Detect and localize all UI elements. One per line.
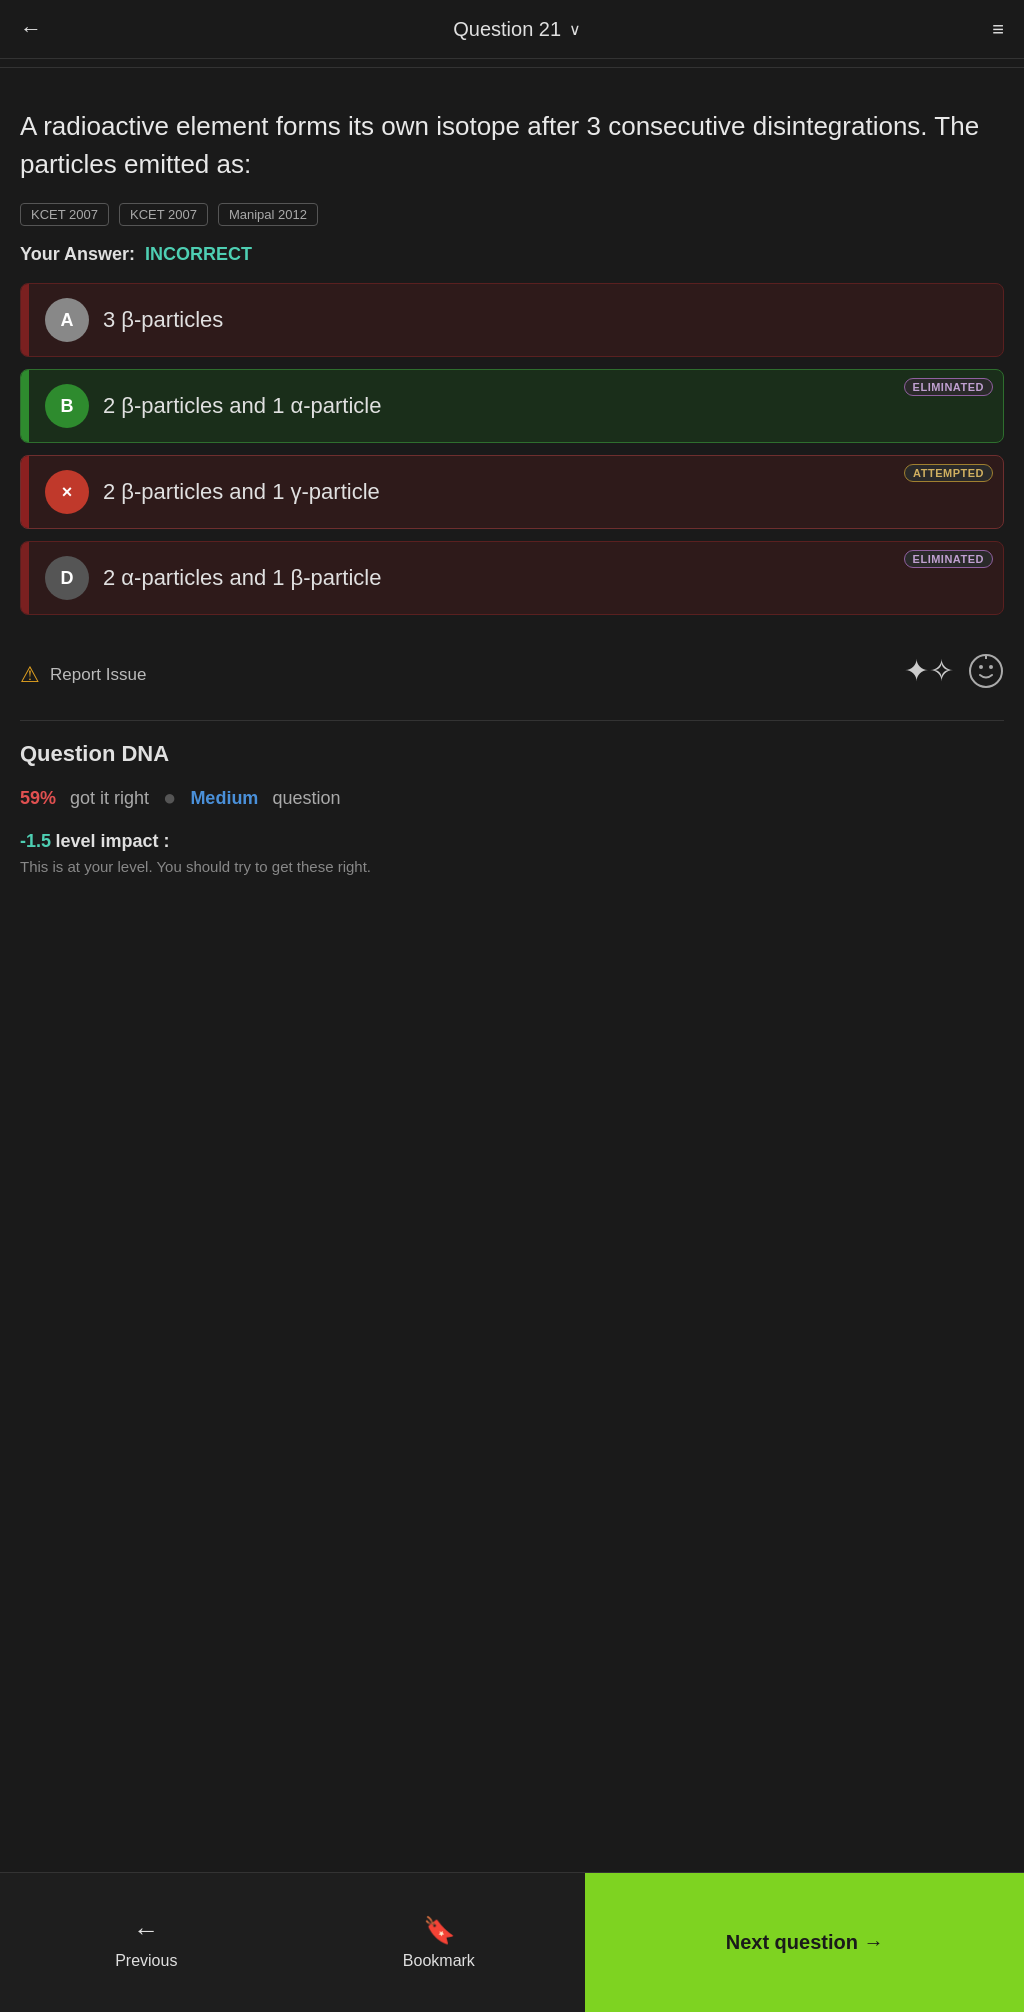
- option-b-label: B: [61, 396, 74, 417]
- option-d[interactable]: ELIMINATED D 2 α-particles and 1 β-parti…: [20, 541, 1004, 615]
- previous-icon: ←: [133, 1915, 159, 1946]
- warning-icon: ⚠: [20, 662, 40, 688]
- header: ← Question 21 ∨ ≡: [0, 0, 1024, 59]
- bookmark-label: Bookmark: [403, 1952, 475, 1970]
- option-b-badge: ELIMINATED: [904, 378, 993, 396]
- level-impact: -1.5 level impact : This is at your leve…: [20, 831, 1004, 875]
- main-content: A radioactive element forms its own isot…: [0, 88, 1024, 1055]
- option-c-text: 2 β-particles and 1 γ-particle: [103, 477, 380, 508]
- option-a-inner: A 3 β-particles: [29, 284, 1003, 356]
- dot-separator: ●: [163, 785, 176, 811]
- report-icons: ✦✧: [904, 653, 1004, 696]
- face-icon[interactable]: [968, 653, 1004, 696]
- your-answer-row: Your Answer: INCORRECT: [20, 244, 1004, 265]
- question-label: question: [272, 788, 340, 809]
- option-d-inner: D 2 α-particles and 1 β-particle: [29, 542, 1003, 614]
- dna-title: Question DNA: [20, 741, 1004, 767]
- svg-point-2: [989, 665, 993, 669]
- dna-section: Question DNA 59% got it right ● Medium q…: [20, 741, 1004, 905]
- header-title: Question 21 ∨: [453, 18, 581, 41]
- option-d-circle: D: [45, 556, 89, 600]
- option-a-text: 3 β-particles: [103, 305, 223, 336]
- previous-label: Previous: [115, 1952, 177, 1970]
- bottom-spacer: [20, 905, 1004, 1055]
- option-c-badge: ATTEMPTED: [904, 464, 993, 482]
- impact-label: level impact :: [55, 831, 169, 851]
- option-b-circle: B: [45, 384, 89, 428]
- option-b[interactable]: ELIMINATED B 2 β-particles and 1 α-parti…: [20, 369, 1004, 443]
- report-label: Report Issue: [50, 665, 146, 685]
- dna-stats: 59% got it right ● Medium question: [20, 785, 1004, 811]
- impact-desc: This is at your level. You should try to…: [20, 858, 1004, 875]
- chevron-down-icon[interactable]: ∨: [569, 20, 581, 39]
- difficulty-label: Medium: [190, 788, 258, 809]
- got-right-text: got it right: [70, 788, 149, 809]
- tags-container: KCET 2007 KCET 2007 Manipal 2012: [20, 203, 1004, 226]
- option-d-text: 2 α-particles and 1 β-particle: [103, 563, 382, 594]
- option-a[interactable]: A 3 β-particles: [20, 283, 1004, 357]
- answer-status: INCORRECT: [145, 244, 252, 265]
- back-button[interactable]: ←: [20, 16, 42, 42]
- tag-0: KCET 2007: [20, 203, 109, 226]
- bookmark-icon: 🔖: [423, 1915, 455, 1946]
- svg-point-1: [979, 665, 983, 669]
- correct-percent: 59%: [20, 788, 56, 809]
- section-divider: [20, 720, 1004, 721]
- report-left[interactable]: ⚠ Report Issue: [20, 662, 146, 688]
- bottom-nav: ← Previous 🔖 Bookmark Next question →: [0, 1872, 1024, 2012]
- your-answer-label: Your Answer:: [20, 244, 135, 265]
- tag-2: Manipal 2012: [218, 203, 318, 226]
- question-title: Question 21: [453, 18, 561, 41]
- option-c-label: ×: [62, 482, 73, 503]
- option-b-text: 2 β-particles and 1 α-particle: [103, 391, 382, 422]
- menu-icon[interactable]: ≡: [992, 18, 1004, 41]
- header-divider: [0, 67, 1024, 68]
- sparkle-icon[interactable]: ✦✧: [904, 653, 954, 696]
- option-c-circle: ×: [45, 470, 89, 514]
- tag-1: KCET 2007: [119, 203, 208, 226]
- option-a-label: A: [61, 310, 74, 331]
- question-text: A radioactive element forms its own isot…: [20, 108, 1004, 183]
- option-d-label: D: [61, 568, 74, 589]
- next-button-label: Next question →: [726, 1931, 884, 1954]
- option-c-inner: × 2 β-particles and 1 γ-particle: [29, 456, 1003, 528]
- svg-point-0: [970, 655, 1002, 687]
- option-c[interactable]: ATTEMPTED × 2 β-particles and 1 γ-partic…: [20, 455, 1004, 529]
- option-b-inner: B 2 β-particles and 1 α-particle: [29, 370, 1003, 442]
- bookmark-button[interactable]: 🔖 Bookmark: [293, 1873, 586, 2012]
- next-question-button[interactable]: Next question →: [585, 1873, 1024, 2012]
- option-a-circle: A: [45, 298, 89, 342]
- previous-button[interactable]: ← Previous: [0, 1873, 293, 2012]
- option-d-badge: ELIMINATED: [904, 550, 993, 568]
- options-list: A 3 β-particles ELIMINATED B 2 β-particl…: [20, 283, 1004, 615]
- impact-value: -1.5: [20, 831, 51, 851]
- report-row: ⚠ Report Issue ✦✧: [20, 639, 1004, 710]
